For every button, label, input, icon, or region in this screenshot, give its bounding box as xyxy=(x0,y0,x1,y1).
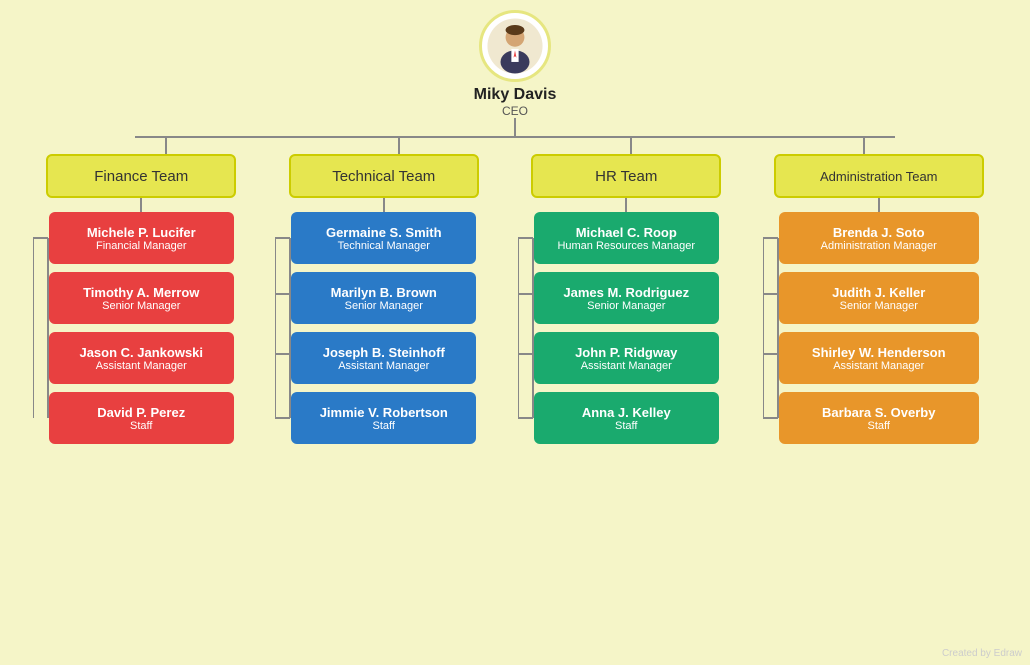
staff-card: Michele P. Lucifer Financial Manager xyxy=(49,212,234,264)
staff-card: Shirley W. Henderson Assistant Manager xyxy=(779,332,979,384)
staff-card: David P. Perez Staff xyxy=(49,392,234,444)
h-bar xyxy=(135,136,895,138)
ceo-name: Miky Davis xyxy=(474,86,557,104)
staff-card: Judith J. Keller Senior Manager xyxy=(779,272,979,324)
finance-staff-list: Michele P. Lucifer Financial Manager Tim… xyxy=(49,212,234,444)
team-hr-header: HR Team xyxy=(531,154,721,198)
admin-bracket: Brenda J. Soto Administration Manager Ju… xyxy=(779,212,979,444)
teams-row: Finance Team Michele P. Lucifer Financia… xyxy=(20,154,1010,444)
watermark: Created by Edraw xyxy=(942,648,1022,659)
v-line-hr xyxy=(625,198,627,212)
ceo-vertical-line xyxy=(514,118,516,136)
staff-card: Brenda J. Soto Administration Manager xyxy=(779,212,979,264)
team-admin-header: Administration Team xyxy=(774,154,984,198)
h-drops xyxy=(135,138,895,154)
drop-technical xyxy=(398,138,400,154)
ceo-section: Miky Davis CEO xyxy=(474,10,557,118)
team-technical-header: Technical Team xyxy=(289,154,479,198)
staff-card: Marilyn B. Brown Senior Manager xyxy=(291,272,476,324)
staff-card: Anna J. Kelley Staff xyxy=(534,392,719,444)
org-chart: Miky Davis CEO Finance Team xyxy=(0,0,1030,665)
technical-bracket: Germaine S. Smith Technical Manager Mari… xyxy=(291,212,476,444)
drop-finance xyxy=(165,138,167,154)
hr-staff-list: Michael C. Roop Human Resources Manager … xyxy=(534,212,719,444)
finance-bracket: Michele P. Lucifer Financial Manager Tim… xyxy=(49,212,234,444)
staff-card: John P. Ridgway Assistant Manager xyxy=(534,332,719,384)
v-line-technical xyxy=(383,198,385,212)
ceo-avatar xyxy=(479,10,551,82)
team-finance: Finance Team Michele P. Lucifer Financia… xyxy=(31,154,251,444)
staff-card: Jason C. Jankowski Assistant Manager xyxy=(49,332,234,384)
staff-card: James M. Rodriguez Senior Manager xyxy=(534,272,719,324)
bracket-svg-finance xyxy=(33,212,49,444)
h-bar-container xyxy=(85,136,945,154)
staff-card: Germaine S. Smith Technical Manager xyxy=(291,212,476,264)
staff-card: Barbara S. Overby Staff xyxy=(779,392,979,444)
v-line-finance xyxy=(140,198,142,212)
ceo-title: CEO xyxy=(502,104,528,118)
bracket-svg-admin xyxy=(763,212,779,444)
staff-card: Jimmie V. Robertson Staff xyxy=(291,392,476,444)
bracket-svg-technical xyxy=(275,212,291,444)
drop-hr xyxy=(630,138,632,154)
v-line-admin xyxy=(878,198,880,212)
staff-card: Joseph B. Steinhoff Assistant Manager xyxy=(291,332,476,384)
drop-admin xyxy=(863,138,865,154)
team-technical: Technical Team Germaine S. Smith Technic… xyxy=(274,154,494,444)
staff-card: Michael C. Roop Human Resources Manager xyxy=(534,212,719,264)
team-hr: HR Team Michael C. Roop Human Resources … xyxy=(516,154,736,444)
bracket-svg-hr xyxy=(518,212,534,444)
team-admin: Administration Team Brenda J. Soto Admin… xyxy=(759,154,999,444)
hr-bracket: Michael C. Roop Human Resources Manager … xyxy=(534,212,719,444)
admin-staff-list: Brenda J. Soto Administration Manager Ju… xyxy=(779,212,979,444)
team-finance-header: Finance Team xyxy=(46,154,236,198)
technical-staff-list: Germaine S. Smith Technical Manager Mari… xyxy=(291,212,476,444)
staff-card: Timothy A. Merrow Senior Manager xyxy=(49,272,234,324)
